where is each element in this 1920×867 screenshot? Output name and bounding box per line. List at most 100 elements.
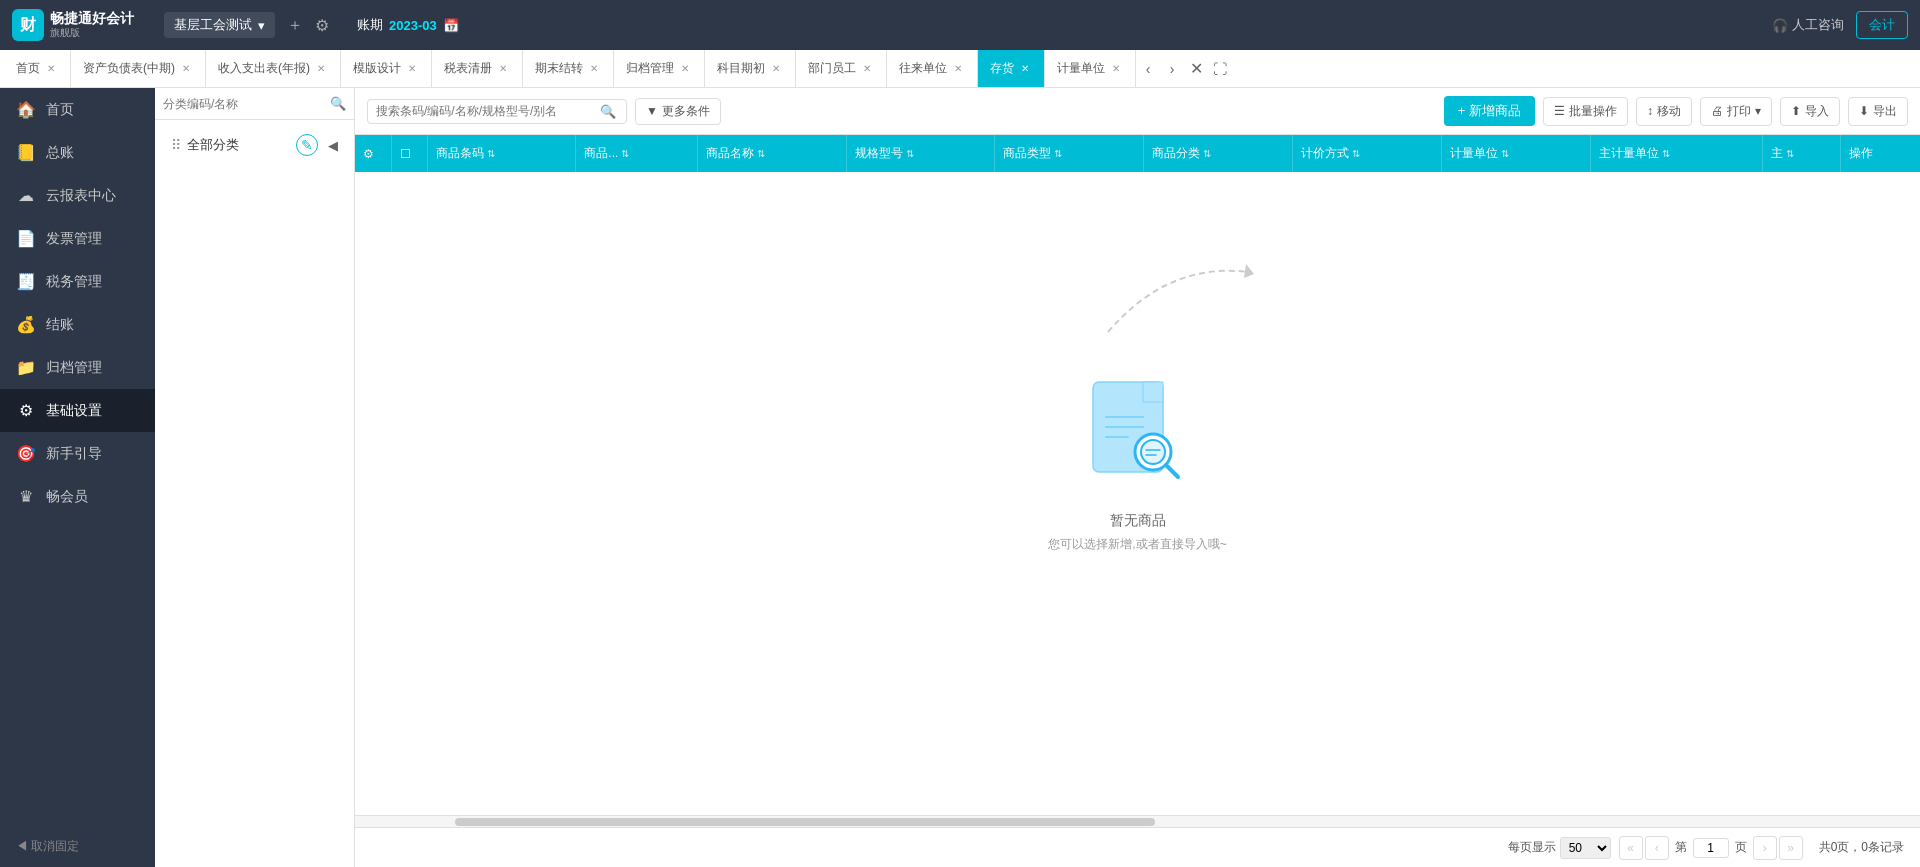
th-price-method[interactable]: 计价方式 ⇅ <box>1292 135 1441 172</box>
sidebar-item-tax[interactable]: 🧾 税务管理 <box>0 260 155 303</box>
batch-action-btn[interactable]: ☰ 批量操作 <box>1543 97 1628 126</box>
sidebar-item-settings[interactable]: ⚙ 基础设置 <box>0 389 155 432</box>
scroll-thumb[interactable] <box>455 818 1155 826</box>
category-search-icon[interactable]: 🔍 <box>330 96 346 111</box>
svg-line-8 <box>1166 465 1178 477</box>
settings-icon[interactable]: ⚙ <box>315 16 329 35</box>
category-search-input[interactable] <box>163 97 326 111</box>
tab-maximize-btn[interactable]: ⛶ <box>1208 57 1232 81</box>
horizontal-scrollbar[interactable] <box>355 815 1920 827</box>
sidebar-item-report[interactable]: ☁ 云报表中心 <box>0 174 155 217</box>
add-tab-icon[interactable]: ＋ <box>287 15 303 36</box>
tab-subject-close[interactable]: ✕ <box>769 62 783 76</box>
tab-inventory[interactable]: 存货 ✕ <box>978 50 1045 88</box>
import-label: 导入 <box>1805 103 1829 120</box>
tab-period-close[interactable]: 期末结转 ✕ <box>523 50 614 88</box>
th-settings[interactable]: ⚙ <box>355 135 391 172</box>
sidebar-item-guide[interactable]: 🎯 新手引导 <box>0 432 155 475</box>
category-edit-icon[interactable]: ✎ <box>296 134 318 156</box>
tab-period-close-x[interactable]: ✕ <box>587 62 601 76</box>
th-spec[interactable]: 规格型号 ⇅ <box>846 135 995 172</box>
tab-unit-close[interactable]: ✕ <box>1109 62 1123 76</box>
period-value: 2023-03 <box>389 18 437 33</box>
per-page-label: 每页显示 <box>1508 839 1556 856</box>
page-last-btn[interactable]: » <box>1779 836 1803 860</box>
tab-income[interactable]: 收入支出表(年报) ✕ <box>206 50 341 88</box>
tab-partner[interactable]: 往来单位 ✕ <box>887 50 978 88</box>
tab-archive-close[interactable]: ✕ <box>678 62 692 76</box>
tab-dept-close[interactable]: ✕ <box>860 62 874 76</box>
cloud-icon: ☁ <box>16 186 36 205</box>
th-name[interactable]: 商品名称 ⇅ <box>697 135 846 172</box>
tab-subject[interactable]: 科目期初 ✕ <box>705 50 796 88</box>
sidebar-label-archive: 归档管理 <box>46 359 102 377</box>
th-spec-sort: ⇅ <box>906 148 914 159</box>
tab-tax-close[interactable]: ✕ <box>496 62 510 76</box>
sidebar-label-checkout: 结账 <box>46 316 74 334</box>
sidebar-item-checkout[interactable]: 💰 结账 <box>0 303 155 346</box>
move-btn[interactable]: ↕ 移动 <box>1636 97 1692 126</box>
th-unit[interactable]: 计量单位 ⇅ <box>1441 135 1590 172</box>
service-label: 人工咨询 <box>1792 16 1844 34</box>
th-code[interactable]: 商品... ⇅ <box>576 135 697 172</box>
tab-template-close[interactable]: ✕ <box>405 62 419 76</box>
filter-btn[interactable]: ▼ 更多条件 <box>635 98 721 125</box>
th-type-label: 商品类型 <box>1003 145 1051 162</box>
tab-tax[interactable]: 税表清册 ✕ <box>432 50 523 88</box>
tab-close-all-btn[interactable]: ✕ <box>1184 57 1208 81</box>
sidebar-item-ledger[interactable]: 📒 总账 <box>0 131 155 174</box>
page-next-btn[interactable]: › <box>1753 836 1777 860</box>
tab-inventory-close[interactable]: ✕ <box>1018 62 1032 76</box>
th-category[interactable]: 商品分类 ⇅ <box>1144 135 1293 172</box>
tab-period-close-label: 期末结转 <box>535 60 583 77</box>
th-extra[interactable]: 主 ⇅ <box>1762 135 1840 172</box>
th-checkbox[interactable]: ☐ <box>391 135 427 172</box>
import-btn[interactable]: ⬆ 导入 <box>1780 97 1840 126</box>
tab-next-btn[interactable]: › <box>1160 57 1184 81</box>
th-type[interactable]: 商品类型 ⇅ <box>995 135 1144 172</box>
tab-home-close[interactable]: ✕ <box>44 62 58 76</box>
account-button[interactable]: 会计 <box>1856 11 1908 39</box>
export-btn[interactable]: ⬇ 导出 <box>1848 97 1908 126</box>
tab-balance-close[interactable]: ✕ <box>179 62 193 76</box>
select-all-checkbox[interactable]: ☐ <box>400 147 411 161</box>
page-first-btn[interactable]: « <box>1619 836 1643 860</box>
tax-icon: 🧾 <box>16 272 36 291</box>
page-number-input[interactable] <box>1693 838 1729 858</box>
service-button[interactable]: 🎧 人工咨询 <box>1772 16 1844 34</box>
tab-dept[interactable]: 部门员工 ✕ <box>796 50 887 88</box>
page-prev-btn[interactable]: ‹ <box>1645 836 1669 860</box>
product-search-input[interactable] <box>376 104 596 118</box>
empty-subtitle: 您可以选择新增,或者直接导入哦~ <box>1048 536 1226 553</box>
category-all-item[interactable]: ⠿ 全部分类 ✎ ◀ <box>163 128 346 162</box>
tab-partner-close[interactable]: ✕ <box>951 62 965 76</box>
th-extra-sort: ⇅ <box>1786 148 1794 159</box>
add-product-button[interactable]: + 新增商品 <box>1444 96 1535 126</box>
tab-income-close[interactable]: ✕ <box>314 62 328 76</box>
per-page-select[interactable]: 50 20 100 <box>1560 837 1611 859</box>
product-table: ⚙ ☐ 商品条码 ⇅ <box>355 135 1920 172</box>
column-settings-icon[interactable]: ⚙ <box>363 147 374 161</box>
tab-unit[interactable]: 计量单位 ✕ <box>1045 50 1136 88</box>
th-barcode[interactable]: 商品条码 ⇅ <box>427 135 576 172</box>
th-main-unit[interactable]: 主计量单位 ⇅ <box>1590 135 1762 172</box>
sidebar-item-home[interactable]: 🏠 首页 <box>0 88 155 131</box>
tab-bar: 首页 ✕ 资产负债表(中期) ✕ 收入支出表(年报) ✕ 模版设计 ✕ 税表清册… <box>0 50 1920 88</box>
sidebar-pin-btn[interactable]: ◀ 取消固定 <box>0 826 155 867</box>
tab-archive[interactable]: 归档管理 ✕ <box>614 50 705 88</box>
tab-prev-btn[interactable]: ‹ <box>1136 57 1160 81</box>
sidebar-item-archive[interactable]: 📁 归档管理 <box>0 346 155 389</box>
main-layout: 🏠 首页 📒 总账 ☁ 云报表中心 📄 发票管理 🧾 税务管理 💰 结账 📁 归… <box>0 88 1920 867</box>
category-collapse-icon[interactable]: ◀ <box>328 138 338 153</box>
sidebar-item-invoice[interactable]: 📄 发票管理 <box>0 217 155 260</box>
calendar-icon[interactable]: 📅 <box>443 18 459 33</box>
tab-home[interactable]: 首页 ✕ <box>4 50 71 88</box>
tab-template[interactable]: 模版设计 ✕ <box>341 50 432 88</box>
product-search-icon[interactable]: 🔍 <box>600 104 616 119</box>
sidebar-item-member[interactable]: ♛ 畅会员 <box>0 475 155 518</box>
move-icon: ↕ <box>1647 104 1653 118</box>
project-selector[interactable]: 基层工会测试 ▾ <box>164 12 275 38</box>
print-btn[interactable]: 🖨 打印 ▾ <box>1700 97 1772 126</box>
th-main-unit-sort: ⇅ <box>1662 148 1670 159</box>
tab-balance[interactable]: 资产负债表(中期) ✕ <box>71 50 206 88</box>
